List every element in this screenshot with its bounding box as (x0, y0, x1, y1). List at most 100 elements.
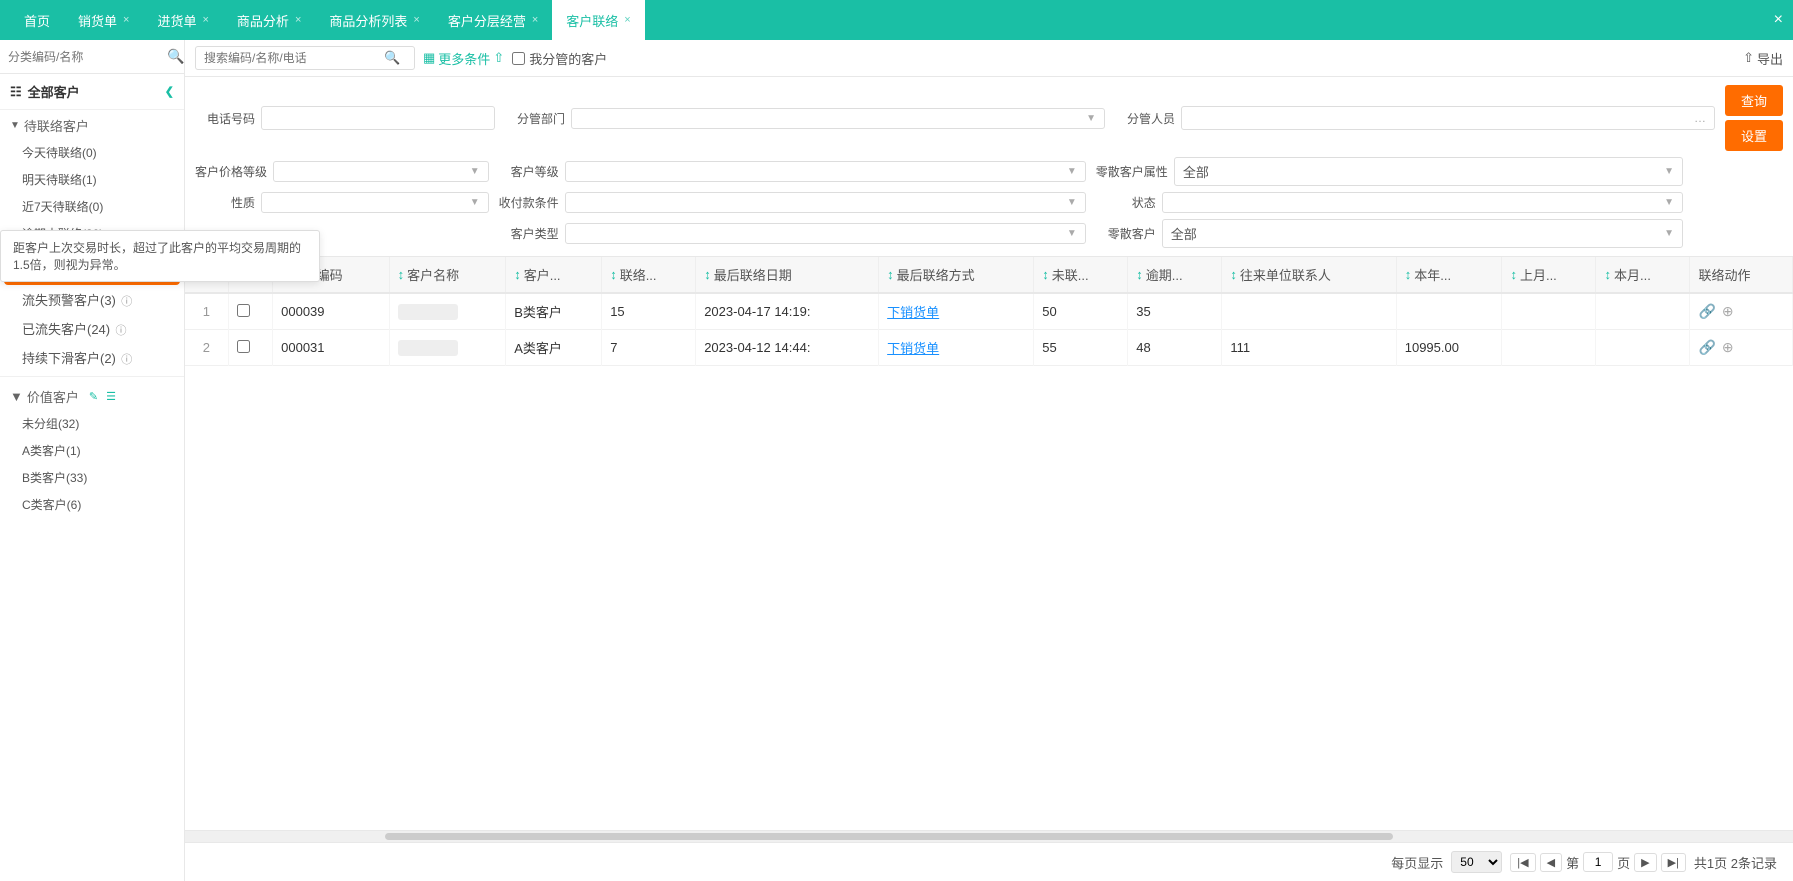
link-action-icon[interactable]: 🔗 (1698, 303, 1715, 320)
settings-button[interactable]: 设置 (1725, 120, 1783, 151)
th-last-contact-date[interactable]: ↕ 最后联络日期 (696, 257, 879, 293)
sidebar-item-a-class[interactable]: A类客户(1) (0, 437, 184, 464)
row-checkbox2[interactable] (237, 340, 250, 353)
prev-page-btn[interactable]: ◀ (1540, 853, 1562, 872)
page-input[interactable] (1583, 852, 1613, 872)
first-page-btn[interactable]: |◀ (1510, 853, 1535, 872)
edit-icon[interactable]: ✎ (89, 390, 98, 403)
nav-item-home[interactable]: 首页 (10, 0, 64, 40)
value-customers-title[interactable]: ▼ 价值客户 ✎ ☰ (0, 381, 184, 410)
close-icon[interactable]: × (624, 14, 630, 26)
sidebar-item-unclassified[interactable]: 未分组(32) (0, 410, 184, 437)
th-not-contacted[interactable]: ↕ 未联... (1034, 257, 1128, 293)
customer-type-cell: B类客户 (506, 293, 602, 330)
grid-action-icon[interactable]: ⊕ (1722, 303, 1734, 320)
sidebar-item-declining-customers[interactable]: 持续下滑客户(2) ⓘ (0, 343, 184, 372)
my-customers-check[interactable] (512, 52, 525, 65)
nav-item-sales[interactable]: 销货单 × (64, 0, 143, 40)
payment-label: 收付款条件 (499, 194, 559, 211)
my-customers-checkbox[interactable]: 我分管的客户 (512, 49, 607, 68)
last-page-btn[interactable]: ▶| (1661, 853, 1686, 872)
nav-item-analysis-list[interactable]: 商品分析列表 × (315, 0, 433, 40)
th-last-contact-method[interactable]: ↕ 最后联络方式 (879, 257, 1034, 293)
nav-item-purchase[interactable]: 进货单 × (143, 0, 222, 40)
row-checkbox-cell[interactable] (228, 293, 273, 330)
sidebar-item-tomorrow[interactable]: 明天待联络(1) (0, 166, 184, 193)
th-this-month[interactable]: ↕ 本月... (1596, 257, 1690, 293)
th-name[interactable]: ↕ 客户名称 (389, 257, 506, 293)
tooltip-box: 距客户上次交易时长，超过了此客户的平均交易周期的1.5倍，则视为异常。 (0, 230, 185, 282)
row-checkbox[interactable] (237, 304, 250, 317)
sidebar-item-7days[interactable]: 近7天待联络(0) (0, 193, 184, 220)
th-this-year[interactable]: ↕ 本年... (1396, 257, 1502, 293)
customer-name-cell2 (389, 330, 506, 366)
info-icon4: ⓘ (121, 354, 132, 366)
retail-attr-select[interactable]: 全部 ▼ (1174, 157, 1683, 186)
person-select[interactable]: … (1181, 106, 1715, 130)
dept-select[interactable]: ▼ (571, 108, 1105, 129)
status-label: 状态 (1096, 194, 1156, 211)
th-overdue[interactable]: ↕ 逾期... (1128, 257, 1222, 293)
nav-item-customer-segment[interactable]: 客户分层经营 × (434, 0, 552, 40)
close-icon[interactable]: × (123, 14, 129, 26)
price-grade-select[interactable]: ▼ (273, 161, 489, 182)
table-area: ⚙ ↕ 客户编码 ↕ (185, 257, 1793, 830)
close-icon[interactable]: × (202, 14, 208, 26)
grid-icon: ☷ (10, 84, 22, 100)
filter-customer-type: 客户类型 ▼ (499, 223, 1086, 244)
status-select[interactable]: ▼ (1162, 192, 1683, 213)
row-checkbox-cell2[interactable] (228, 330, 273, 366)
payment-select[interactable]: ▼ (565, 192, 1086, 213)
export-button[interactable]: ⇧ 导出 (1743, 49, 1783, 68)
th-last-month[interactable]: ↕ 上月... (1502, 257, 1596, 293)
filter-phone: 电话号码 (195, 106, 495, 130)
extended-filters: 电话号码 分管部门 ▼ 分管人员 … (185, 77, 1793, 257)
main-search-input[interactable] (204, 51, 384, 65)
price-grade-label: 客户价格等级 (195, 163, 267, 180)
close-icon[interactable]: × (532, 14, 538, 26)
sidebar-search-icon[interactable]: 🔍 (167, 48, 184, 65)
sidebar-item-c-class[interactable]: C类客户(6) (0, 491, 184, 518)
th-unit-contacts[interactable]: ↕ 往来单位联系人 (1222, 257, 1396, 293)
phone-input[interactable] (261, 106, 495, 130)
main-search-icon[interactable]: 🔍 (384, 50, 400, 66)
sidebar-search-input[interactable] (8, 50, 163, 64)
filter-icon: ▦ (423, 50, 435, 66)
row-index2: 2 (185, 330, 228, 366)
pending-contact-title[interactable]: ▼ 待联络客户 (0, 110, 184, 139)
config-icon[interactable]: ☰ (106, 390, 116, 403)
filter-row-3: 性质 ▼ 收付款条件 ▼ 状态 (195, 192, 1783, 213)
more-conditions-btn[interactable]: ▦ 更多条件 ⇧ (423, 49, 504, 68)
sidebar-item-lost-customers[interactable]: 已流失客户(24) ⓘ (0, 314, 184, 343)
close-icon[interactable]: × (295, 14, 301, 26)
sidebar-item-churn-warning[interactable]: 流失预警客户(3) ⓘ (0, 285, 184, 314)
sort-icon9: ↕ (1230, 267, 1237, 282)
link-action-icon2[interactable]: 🔗 (1698, 339, 1715, 356)
sort-icon11: ↕ (1510, 267, 1517, 282)
close-icon[interactable]: × (413, 14, 419, 26)
sidebar-item-b-class[interactable]: B类客户(33) (0, 464, 184, 491)
customer-grade-select[interactable]: ▼ (565, 161, 1086, 182)
retail-customer-select[interactable]: 全部 ▼ (1162, 219, 1683, 248)
th-type[interactable]: ↕ 客户... (506, 257, 602, 293)
next-page-btn[interactable]: ▶ (1634, 853, 1656, 872)
query-button[interactable]: 查询 (1725, 85, 1783, 116)
gender-select[interactable]: ▼ (261, 192, 489, 213)
scroll-thumb[interactable] (385, 833, 1393, 840)
filter-retail-attr: 零散客户属性 全部 ▼ (1096, 157, 1683, 186)
grid-action-icon2[interactable]: ⊕ (1722, 339, 1734, 356)
customer-type-select[interactable]: ▼ (565, 223, 1086, 244)
total-info: 共1页 2条记录 (1694, 853, 1777, 872)
nav-item-customer-contact[interactable]: 客户联络 × (552, 0, 644, 40)
last-contact-method-cell[interactable]: 下销货单 (879, 293, 1034, 330)
last-contact-method-cell2[interactable]: 下销货单 (879, 330, 1034, 366)
not-contacted-cell2: 55 (1034, 330, 1128, 366)
th-contacts[interactable]: ↕ 联络... (602, 257, 696, 293)
table-row: 1 000039 B类客户 15 2023-04-17 14:19: 下销货单 … (185, 293, 1793, 330)
sidebar-item-today[interactable]: 今天待联络(0) (0, 139, 184, 166)
nav-item-analysis[interactable]: 商品分析 × (223, 0, 315, 40)
window-close-button[interactable]: × (1774, 11, 1783, 29)
horizontal-scrollbar[interactable] (185, 830, 1793, 842)
collapse-icon[interactable]: ❮ (165, 85, 174, 98)
per-page-select[interactable]: 50 100 200 (1451, 851, 1502, 873)
